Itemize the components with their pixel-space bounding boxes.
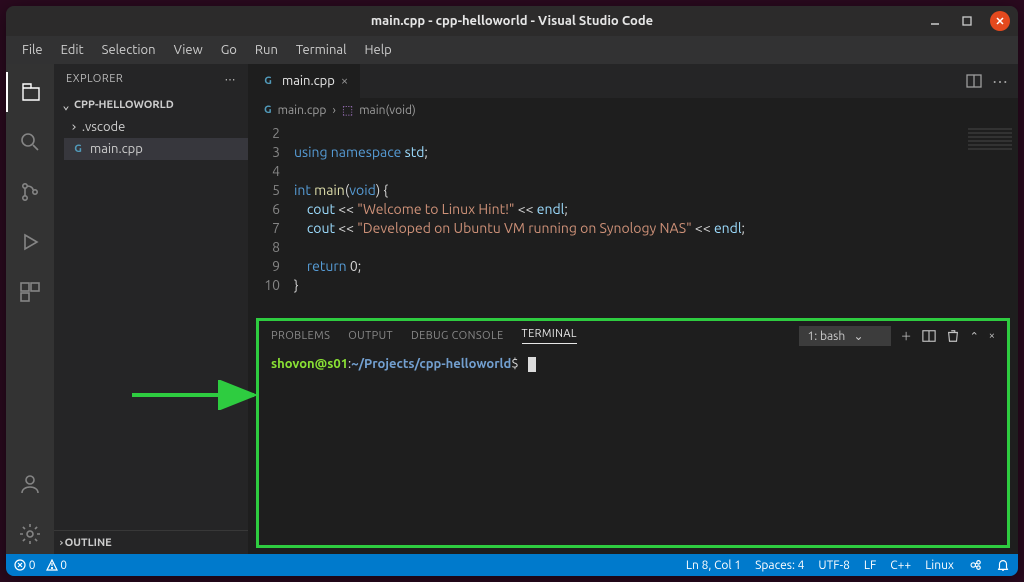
activitybar (6, 64, 54, 554)
outline-section[interactable]: › OUTLINE (54, 530, 248, 554)
breadcrumbs[interactable]: G main.cpp › ⬚ main(void) (248, 98, 1018, 122)
status-os[interactable]: Linux (925, 559, 954, 572)
chevron-right-icon: › (58, 536, 65, 549)
panel-tab-output[interactable]: OUTPUT (348, 330, 393, 342)
minimize-button[interactable] (926, 12, 944, 30)
split-editor-icon[interactable] (966, 73, 982, 89)
panel-maximize-icon[interactable]: ⌃ (970, 330, 979, 343)
breadcrumb-separator: › (332, 104, 335, 117)
sidebar-header: EXPLORER ⋯ (54, 64, 248, 94)
menu-run[interactable]: Run (247, 39, 286, 61)
breadcrumb-file: main.cpp (278, 104, 327, 117)
project-folder[interactable]: ⌄ CPP-HELLOWORLD (54, 94, 248, 116)
tab-close-icon[interactable]: × (341, 74, 348, 88)
prompt-path: ~/Projects/cpp-helloworld (351, 357, 511, 371)
menu-view[interactable]: View (166, 39, 211, 61)
code-editor[interactable]: 2345678910 using namespace std; int main… (248, 122, 1018, 314)
panel-tab-debug-console[interactable]: DEBUG CONSOLE (411, 330, 504, 342)
symbol-icon: ⬚ (342, 103, 353, 117)
minimap[interactable] (958, 122, 1018, 314)
tab-bar: G main.cpp × ⋯ (248, 64, 1018, 98)
menu-edit[interactable]: Edit (53, 39, 92, 61)
status-errors[interactable]: 0 (14, 559, 36, 572)
sidebar: EXPLORER ⋯ ⌄ CPP-HELLOWORLD ›.vscodeGmai… (54, 64, 248, 554)
new-terminal-icon[interactable]: ＋ (901, 328, 912, 344)
kill-terminal-icon[interactable] (946, 329, 960, 343)
status-ln-col[interactable]: Ln 8, Col 1 (686, 559, 741, 572)
terminal-panel: PROBLEMS OUTPUT DEBUG CONSOLE TERMINAL 1: b… (256, 318, 1010, 548)
sidebar-title: EXPLORER (66, 73, 123, 85)
source-control-icon[interactable] (6, 172, 54, 212)
extensions-icon[interactable] (6, 272, 54, 312)
menu-file[interactable]: File (14, 39, 51, 61)
status-encoding[interactable]: UTF-8 (818, 559, 849, 572)
cpp-file-icon: G (260, 75, 276, 87)
code-content[interactable]: using namespace std; int main(void) { co… (294, 122, 958, 314)
panel-tab-problems[interactable]: PROBLEMS (271, 330, 330, 342)
editor-area: G main.cpp × ⋯ G main.cpp › ⬚ main(void) (248, 64, 1018, 554)
chevron-down-icon: ⌄ (58, 98, 74, 112)
menu-selection[interactable]: Selection (94, 39, 164, 61)
notifications-icon[interactable] (996, 558, 1010, 572)
chevron-right-icon: › (70, 120, 78, 135)
menubar: FileEditSelectionViewGoRunTerminalHelp (6, 36, 1018, 64)
terminal-select[interactable]: 1: bash ⌄ (799, 326, 891, 346)
terminal-select-label: 1: bash (808, 330, 846, 343)
close-button[interactable] (990, 11, 1010, 31)
statusbar: 0 0 Ln 8, Col 1 Spaces: 4 UTF-8 LF C++ L… (6, 554, 1018, 576)
titlebar: main.cpp - cpp-helloworld - Visual Studi… (6, 6, 1018, 36)
terminal-body[interactable]: shovon@s01:~/Projects/cpp-helloworld$ (259, 351, 1007, 545)
menu-help[interactable]: Help (356, 39, 399, 61)
prompt-suffix: $ (511, 357, 518, 371)
outline-label: OUTLINE (65, 537, 112, 549)
run-debug-icon[interactable] (6, 222, 54, 262)
status-language[interactable]: C++ (890, 559, 911, 572)
gear-icon[interactable] (6, 514, 54, 554)
panel-close-icon[interactable]: × (989, 330, 995, 342)
explorer-icon[interactable] (6, 72, 54, 112)
menu-go[interactable]: Go (213, 39, 245, 61)
terminal-cursor (528, 357, 536, 372)
cpp-file-icon: G (264, 104, 272, 116)
breadcrumb-symbol: main(void) (359, 104, 416, 117)
file-tree: ›.vscodeGmain.cpp (54, 116, 248, 160)
status-eol[interactable]: LF (864, 559, 876, 572)
panel-tab-terminal[interactable]: TERMINAL (522, 328, 577, 344)
split-terminal-icon[interactable] (922, 329, 936, 343)
vscode-window: main.cpp - cpp-helloworld - Visual Studi… (6, 6, 1018, 576)
cpp-file-icon: G (70, 143, 86, 155)
editor-more-icon[interactable]: ⋯ (992, 72, 1008, 91)
maximize-button[interactable] (958, 12, 976, 30)
panel-tabs: PROBLEMS OUTPUT DEBUG CONSOLE TERMINAL 1: b… (259, 321, 1007, 351)
status-spaces[interactable]: Spaces: 4 (755, 559, 804, 572)
menu-terminal[interactable]: Terminal (288, 39, 355, 61)
tab-label: main.cpp (282, 74, 335, 88)
sidebar-more-icon[interactable]: ⋯ (225, 73, 237, 86)
search-icon[interactable] (6, 122, 54, 162)
feedback-icon[interactable] (968, 558, 982, 572)
account-icon[interactable] (6, 464, 54, 504)
folder-item[interactable]: ›.vscode (64, 116, 248, 138)
project-name: CPP-HELLOWORLD (74, 99, 174, 111)
status-warnings[interactable]: 0 (46, 559, 68, 572)
window-title: main.cpp - cpp-helloworld - Visual Studi… (371, 14, 653, 28)
tab-main-cpp[interactable]: G main.cpp × (248, 64, 361, 98)
prompt-user: shovon@s01 (271, 357, 348, 371)
file-item[interactable]: Gmain.cpp (64, 138, 248, 160)
line-number-gutter: 2345678910 (248, 122, 294, 314)
